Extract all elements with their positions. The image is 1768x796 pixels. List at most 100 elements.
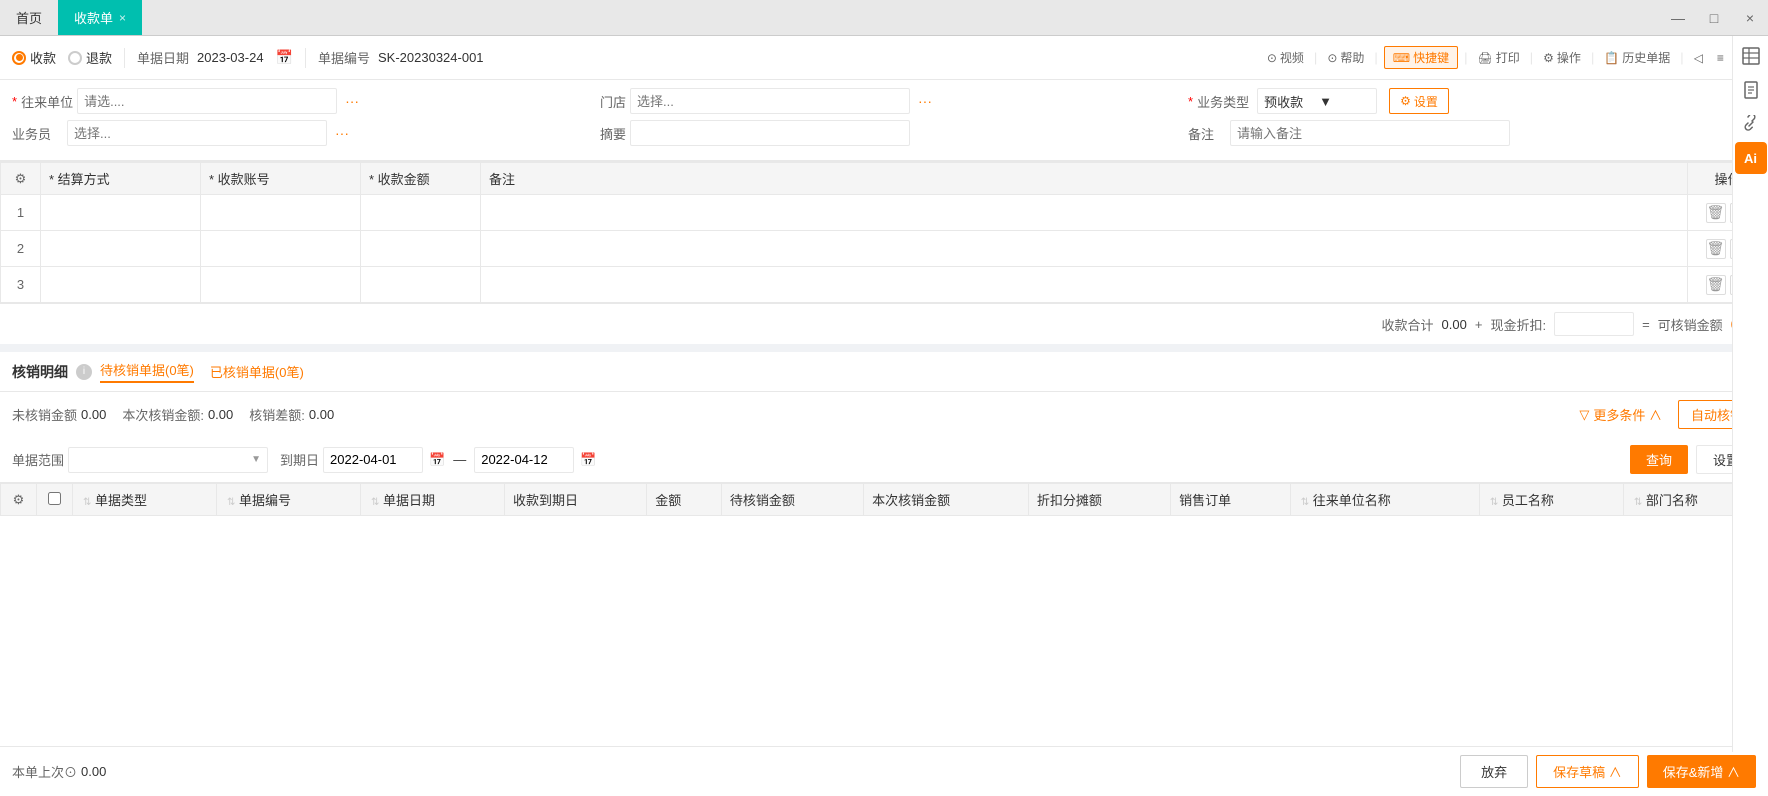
range-arrow-icon: ▼ — [251, 454, 261, 465]
row-1-amount[interactable] — [361, 195, 481, 231]
tab-active[interactable]: 收款单 × — [58, 0, 142, 35]
row-3-delete-icon[interactable]: 🗑 — [1706, 275, 1726, 295]
discount-label: 现金折扣: — [1490, 315, 1546, 334]
filter-icon: ▽ — [1579, 407, 1589, 423]
close-tab-icon[interactable]: × — [119, 11, 126, 25]
date-to-input[interactable] — [474, 447, 574, 473]
party-input[interactable] — [77, 88, 337, 114]
summary-input[interactable] — [630, 120, 910, 146]
refund-radio[interactable]: 退款 — [68, 48, 112, 67]
close-button[interactable]: × — [1732, 0, 1768, 36]
maximize-button[interactable]: □ — [1696, 0, 1732, 36]
table-row: 1 🗑 ⧉ — [1, 195, 1768, 231]
video-button[interactable]: ⊙ 视频 — [1263, 47, 1308, 68]
due-date-label: 到期日 — [280, 450, 319, 469]
sidebar-link-icon[interactable] — [1735, 108, 1767, 140]
staff-input[interactable] — [67, 120, 327, 146]
receipt-total-value: 0.00 — [1442, 317, 1467, 332]
footer: 本单上次⊙ 0.00 放弃 保存草稿 ∧ 保存&新增 ∧ — [0, 746, 1768, 796]
verification-info-icon[interactable]: i — [76, 364, 92, 380]
table-row: 2 🗑 ⧉ — [1, 231, 1768, 267]
summary-label: 摘要 — [600, 124, 626, 143]
sidebar-table-icon[interactable] — [1735, 40, 1767, 72]
row-3-amount[interactable] — [361, 267, 481, 303]
print-button[interactable]: 🖨 打印 — [1474, 47, 1524, 68]
remark-input[interactable] — [1230, 120, 1510, 146]
table-row: 3 🗑 ⧉ — [1, 267, 1768, 303]
refund-radio-label: 退款 — [86, 48, 112, 67]
calendar-from-icon[interactable]: 📅 — [429, 452, 445, 468]
filter-row: 单据范围 ▼ 到期日 📅 — 📅 查询 设置 — [0, 437, 1768, 483]
sidebar-doc-icon[interactable] — [1735, 74, 1767, 106]
row-3-remark[interactable] — [481, 267, 1688, 303]
col-amount: * 收款金额 — [361, 163, 481, 195]
help-button[interactable]: ⊙ 帮助 — [1323, 47, 1368, 68]
store-input[interactable] — [630, 88, 910, 114]
party-field: * 往来单位 ··· — [12, 88, 580, 114]
query-button[interactable]: 查询 — [1630, 445, 1688, 474]
more-conditions-button[interactable]: ▽ 更多条件 ∧ — [1579, 405, 1662, 424]
carry-over-label: 本单上次⊙ — [12, 762, 77, 781]
row-1-account[interactable] — [201, 195, 361, 231]
range-select[interactable]: ▼ — [68, 447, 268, 473]
done-tab[interactable]: 已核销单据(0笔) — [210, 362, 304, 381]
print-label: 打印 — [1496, 49, 1520, 66]
row-2-delete-icon[interactable]: 🗑 — [1706, 239, 1726, 259]
party-label: 往来单位 — [21, 92, 73, 111]
store-more-icon[interactable]: ··· — [914, 93, 936, 109]
save-new-button[interactable]: 保存&新增 ∧ — [1647, 755, 1756, 788]
sidebar-ai-icon[interactable]: Ai — [1735, 142, 1767, 174]
save-draft-button[interactable]: 保存草稿 ∧ — [1536, 755, 1639, 788]
row-1-settlement[interactable] — [41, 195, 201, 231]
col-doc-type: ⇅ 单据类型 — [73, 484, 217, 516]
calendar-to-icon[interactable]: 📅 — [580, 452, 596, 468]
col-remark: 备注 — [481, 163, 1688, 195]
summary-field: 摘要 — [600, 120, 1168, 146]
row-num-2: 2 — [1, 231, 41, 267]
row-2-amount[interactable] — [361, 231, 481, 267]
tab-home-label: 首页 — [16, 8, 42, 27]
party-more-icon[interactable]: ··· — [341, 93, 363, 109]
row-1-remark[interactable] — [481, 195, 1688, 231]
more-conditions-label: 更多条件 ∧ — [1593, 405, 1662, 424]
biz-type-value: 预收款 — [1264, 92, 1315, 111]
row-2-remark[interactable] — [481, 231, 1688, 267]
sort-icon: ⇅ — [83, 497, 91, 508]
tab-home[interactable]: 首页 — [0, 0, 58, 35]
row-1-delete-icon[interactable]: 🗑 — [1706, 203, 1726, 223]
calendar-icon[interactable]: 📅 — [276, 49, 293, 66]
nav-left-button[interactable]: ◁ — [1690, 49, 1707, 67]
table-gear-icon[interactable]: ⚙ — [15, 171, 27, 186]
date-from-input[interactable] — [323, 447, 423, 473]
layout-button[interactable]: ≡ — [1713, 49, 1728, 67]
select-all-checkbox[interactable] — [48, 492, 61, 505]
biz-type-label: 业务类型 — [1197, 92, 1249, 111]
minimize-button[interactable]: — — [1660, 0, 1696, 36]
verification-table: ⚙ ⇅ 单据类型 ⇅ 单据编号 — [0, 483, 1768, 516]
discount-input[interactable] — [1554, 312, 1634, 336]
pending-tab[interactable]: 待核销单据(0笔) — [100, 360, 194, 383]
biz-type-select[interactable]: 预收款 ▼ — [1257, 88, 1377, 114]
date-value: 2023-03-24 — [197, 50, 264, 65]
discard-button[interactable]: 放弃 — [1460, 755, 1528, 788]
row-3-settlement[interactable] — [41, 267, 201, 303]
operation-button[interactable]: ⚙ 操作 — [1539, 47, 1585, 68]
shortcut-button[interactable]: ⌨ 快捷键 — [1384, 46, 1458, 69]
row-2-settlement[interactable] — [41, 231, 201, 267]
col-amount: 金额 — [647, 484, 722, 516]
settings-button[interactable]: ⚙ 设置 — [1389, 88, 1449, 114]
row-2-account[interactable] — [201, 231, 361, 267]
receipt-total-label: 收款合计 — [1382, 315, 1434, 334]
toolbar-right: ⊙ 视频 | ⊙ 帮助 | ⌨ 快捷键 | 🖨 打印 | ⚙ 操作 — [1263, 46, 1756, 69]
row-3-account[interactable] — [201, 267, 361, 303]
history-button[interactable]: 📋 历史单据 — [1600, 47, 1674, 68]
bottom-gear-icon[interactable]: ⚙ — [13, 492, 25, 507]
date-range-separator: — — [453, 452, 466, 467]
save-draft-label: 保存草稿 ∧ — [1553, 762, 1622, 781]
staff-more-icon[interactable]: ··· — [331, 125, 353, 141]
uncancelled-stat: 未核销金额 0.00 — [12, 405, 106, 424]
sort-icon: ⇅ — [227, 497, 235, 508]
help-icon: ⊙ — [1327, 51, 1337, 65]
main-container: 收款 退款 单据日期 2023-03-24 📅 单据编号 SK-20230324… — [0, 36, 1768, 796]
receipt-radio[interactable]: 收款 — [12, 48, 56, 67]
